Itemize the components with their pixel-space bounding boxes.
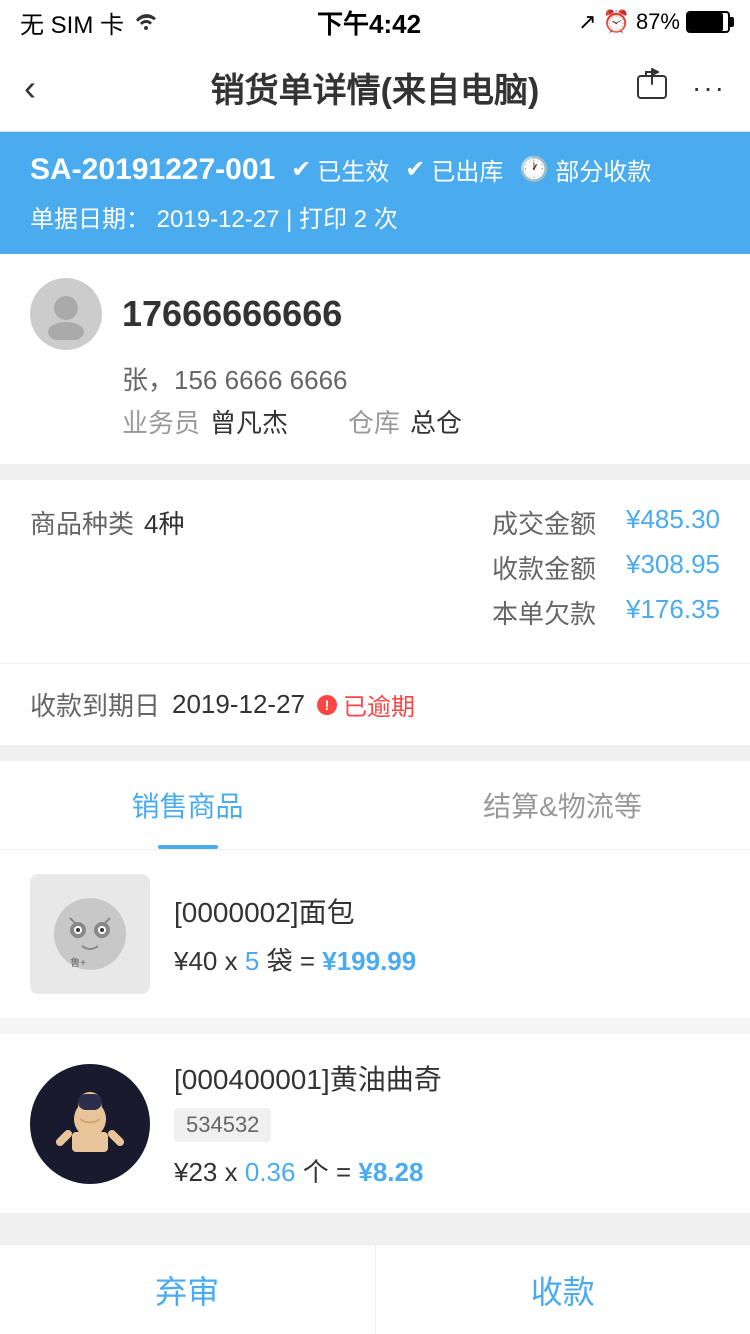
price-base-1: ¥40 <box>174 946 217 976</box>
product-image-1: 鲁+ <box>30 874 150 994</box>
unit-1: 袋 <box>267 946 293 976</box>
clock-icon: 🕐 <box>519 155 549 184</box>
battery-percent: 87% <box>636 9 680 35</box>
equals-2: = <box>336 1157 358 1187</box>
summary-right: 成交金额 ¥485.30 收款金额 ¥308.95 本单欠款 ¥176.35 <box>492 504 720 639</box>
customer-top: 17666666666 <box>30 278 720 350</box>
tab-sales-label: 销售商品 <box>131 785 243 825</box>
sales-person: 曾凡杰 <box>210 403 288 440</box>
product-image-2 <box>30 1064 150 1184</box>
warehouse-label: 仓库 <box>348 403 400 440</box>
quantity-1: 5 <box>245 946 259 976</box>
gap-1 <box>0 464 750 480</box>
summary-left: 商品种类 4种 <box>30 504 184 541</box>
summary-row: 商品种类 4种 成交金额 ¥485.30 收款金额 ¥308.95 本单欠款 ¥… <box>30 504 720 639</box>
cancel-button[interactable]: 弃审 <box>0 1245 376 1334</box>
check-icon-2: ✔ <box>405 155 425 184</box>
carrier-text: 无 SIM 卡 <box>20 5 124 40</box>
list-item: [000400001]黄油曲奇 534532 ¥23 x 0.36 个 = ¥8… <box>0 1034 750 1213</box>
quantity-2: 0.36 <box>245 1157 296 1187</box>
received-amount-row: 收款金额 ¥308.95 <box>492 549 720 586</box>
status-partial: 🕐 部分收款 <box>519 152 651 187</box>
wifi-icon <box>132 8 160 37</box>
price-separator-2: x <box>225 1157 245 1187</box>
confirm-button[interactable]: 收款 <box>376 1245 750 1334</box>
total-1: ¥199.99 <box>322 946 416 976</box>
product-type-item: 商品种类 4种 <box>30 504 184 541</box>
overdue-text: 已逾期 <box>343 687 415 722</box>
warehouse-value: 总仓 <box>410 403 462 440</box>
total-2: ¥8.28 <box>358 1157 423 1187</box>
tab-sales-products[interactable]: 销售商品 <box>0 761 375 849</box>
order-number: SA-20191227-001 <box>30 153 275 187</box>
product-info-1: [0000002]面包 ¥40 x 5 袋 = ¥199.99 <box>174 891 720 978</box>
deal-amount-label: 成交金额 <box>492 504 596 541</box>
location-icon: ↗ <box>578 9 596 35</box>
sales-label: 业务员 <box>122 403 200 440</box>
deal-amount-value: ¥485.30 <box>626 504 720 541</box>
product-name-2: [000400001]黄油曲奇 <box>174 1058 720 1098</box>
owed-amount-label: 本单欠款 <box>492 594 596 631</box>
order-date: 2019-12-27 <box>157 206 280 233</box>
product-info-2: [000400001]黄油曲奇 534532 ¥23 x 0.36 个 = ¥8… <box>174 1058 720 1189</box>
status-bar: 无 SIM 卡 下午4:42 ↗ ⏰ 87% <box>0 0 750 44</box>
status-effective: ✔ 已生效 <box>291 152 389 187</box>
customer-meta: 业务员 曾凡杰 仓库 总仓 <box>122 403 720 440</box>
customer-name-phone: 张，156 6666 6666 <box>122 360 720 397</box>
product-price-1: ¥40 x 5 袋 = ¥199.99 <box>174 941 720 978</box>
tab-settlement[interactable]: 结算&物流等 <box>375 761 750 849</box>
price-base-2: ¥23 <box>174 1157 217 1187</box>
deal-amount-row: 成交金额 ¥485.30 <box>492 504 720 541</box>
product-price-2: ¥23 x 0.36 个 = ¥8.28 <box>174 1152 720 1189</box>
due-date-label: 收款到期日 <box>30 686 160 723</box>
status-time: 下午4:42 <box>317 4 421 41</box>
received-amount-value: ¥308.95 <box>626 549 720 586</box>
price-separator-1: x <box>225 946 245 976</box>
list-item: 鲁+ [0000002]面包 ¥40 x 5 袋 = ¥199.99 <box>0 850 750 1018</box>
product-name-1: [0000002]面包 <box>174 891 720 931</box>
order-status-row: SA-20191227-001 ✔ 已生效 ✔ 已出库 🕐 部分收款 <box>30 152 720 187</box>
summary-section: 商品种类 4种 成交金额 ¥485.30 收款金额 ¥308.95 本单欠款 ¥… <box>0 480 750 663</box>
received-amount-label: 收款金额 <box>492 549 596 586</box>
product-type-label: 商品种类 <box>30 504 134 541</box>
customer-section: 17666666666 张，156 6666 6666 业务员 曾凡杰 仓库 总… <box>0 254 750 464</box>
check-icon-1: ✔ <box>291 155 311 184</box>
date-label: 单据日期： <box>30 206 150 233</box>
owed-amount-value: ¥176.35 <box>626 594 720 631</box>
due-date-value: 2019-12-27 <box>172 689 305 720</box>
tabs: 销售商品 结算&物流等 <box>0 761 750 850</box>
print-unit: 次 <box>374 206 398 233</box>
owed-amount-row: 本单欠款 ¥176.35 <box>492 594 720 631</box>
status-shipped: ✔ 已出库 <box>405 152 503 187</box>
nav-bar: ‹ 销货单详情(来自电脑) ··· <box>0 44 750 132</box>
header-date-row: 单据日期： 2019-12-27 | 打印 2 次 <box>30 199 720 234</box>
page-title: 销货单详情(来自电脑) <box>211 63 540 112</box>
nav-actions: ··· <box>636 68 726 108</box>
svg-text:鲁+: 鲁+ <box>70 956 86 969</box>
share-button[interactable] <box>636 68 668 108</box>
back-button[interactable]: ‹ <box>24 67 36 109</box>
avatar <box>30 278 102 350</box>
product-type-count: 4种 <box>144 504 184 541</box>
battery-icon <box>686 11 730 33</box>
equals-1: = <box>300 946 322 976</box>
product-tag-2: 534532 <box>174 1108 271 1142</box>
alarm-icon: ⏰ <box>603 9 630 35</box>
customer-phone: 17666666666 <box>122 293 342 335</box>
tab-settlement-label: 结算&物流等 <box>483 785 642 825</box>
header-banner: SA-20191227-001 ✔ 已生效 ✔ 已出库 🕐 部分收款 单据日期：… <box>0 132 750 254</box>
separator: | <box>286 206 299 233</box>
print-label: 打印 <box>299 206 347 233</box>
status-right: ↗ ⏰ 87% <box>578 9 730 35</box>
more-button[interactable]: ··· <box>692 72 726 104</box>
due-date-section: 收款到期日 2019-12-27 ! 已逾期 <box>0 664 750 745</box>
status-left: 无 SIM 卡 <box>20 5 160 40</box>
product-list: 鲁+ [0000002]面包 ¥40 x 5 袋 = ¥199.99 <box>0 850 750 1213</box>
gap-2 <box>0 745 750 761</box>
overdue-icon: ! <box>317 695 337 715</box>
unit-2: 个 <box>303 1157 329 1187</box>
overdue-badge: ! 已逾期 <box>317 687 415 722</box>
bottom-bar: 弃审 收款 <box>0 1244 750 1334</box>
